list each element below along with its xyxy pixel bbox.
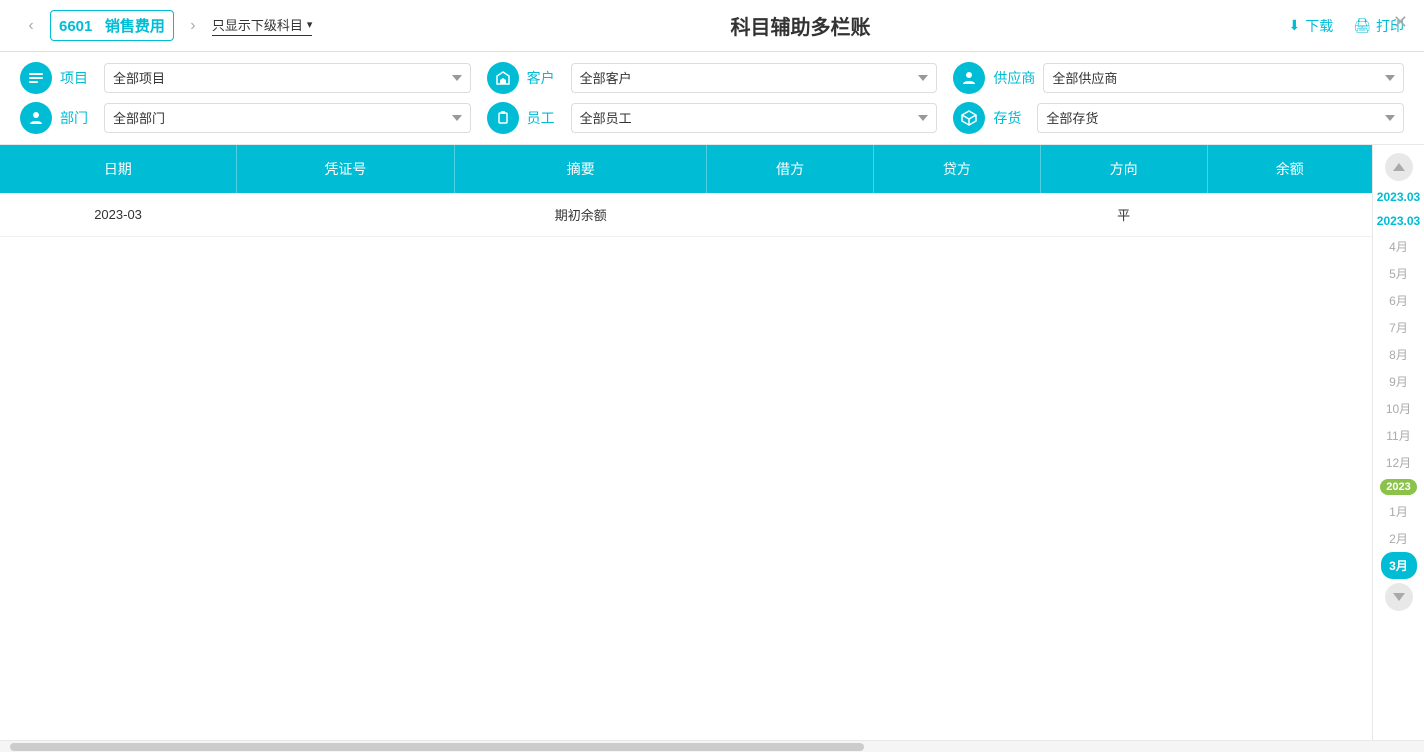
print-icon: 🖨 [1353,17,1371,34]
title-bar-left: ‹ 6601 销售费用 › 只显示下级科目 ▾ [20,10,312,41]
supplier-icon [953,62,985,94]
table-header-row: 日期 凭证号 摘要 借方 贷方 方向 余额 [0,145,1372,193]
employee-label: 员工 [527,108,563,128]
col-balance: 余额 [1207,145,1372,193]
department-label: 部门 [60,108,96,128]
cell-summary: 期初余额 [455,193,707,237]
filter-btn-label: 只显示下级科目 [212,15,303,34]
cell-date: 2023-03 [0,193,236,237]
employee-icon [487,102,519,134]
inventory-select[interactable]: 全部存货 [1037,103,1404,133]
timeline-item-11[interactable]: 11月 [1373,422,1424,449]
title-bar-right: ⬇ 下载 🖨 打印 [1288,16,1404,36]
timeline-up-button[interactable] [1385,153,1413,181]
cell-voucher [236,193,455,237]
inventory-label: 存货 [993,108,1029,128]
timeline-item-6[interactable]: 6月 [1373,287,1424,314]
download-button[interactable]: ⬇ 下载 [1288,16,1333,36]
cell-credit [874,193,1041,237]
col-date: 日期 [0,145,236,193]
next-account-button[interactable]: › [182,15,204,37]
col-summary: 摘要 [455,145,707,193]
cell-direction: 平 [1040,193,1207,237]
account-code: 6601 [59,18,92,35]
prev-account-button[interactable]: ‹ [20,15,42,37]
timeline-item-12[interactable]: 12月 [1373,449,1424,476]
main-window: ‹ 6601 销售费用 › 只显示下级科目 ▾ 科目辅助多栏账 ⬇ 下载 🖨 打… [0,0,1424,752]
filter-customer: 客户 全部客户 [487,62,938,94]
title-bar: ‹ 6601 销售费用 › 只显示下级科目 ▾ 科目辅助多栏账 ⬇ 下载 🖨 打… [0,0,1424,52]
timeline-item-4[interactable]: 4月 [1373,233,1424,260]
close-button[interactable]: ✕ [1393,12,1408,33]
timeline-item-7[interactable]: 7月 [1373,314,1424,341]
filter-project: 项目 全部项目 [20,62,471,94]
cell-debit [707,193,874,237]
inventory-icon [953,102,985,134]
download-label: 下载 [1305,16,1333,36]
main-table: 日期 凭证号 摘要 借方 贷方 方向 余额 2023-03 期初余额 [0,145,1372,740]
customer-select[interactable]: 全部客户 [571,63,938,93]
cell-balance [1207,193,1372,237]
scroll-thumb [10,743,864,751]
col-debit: 借方 [707,145,874,193]
timeline-item-3-active[interactable]: 3月 [1381,552,1417,579]
employee-select[interactable]: 全部员工 [571,103,938,133]
filter-inventory: 存货 全部存货 [953,102,1404,134]
table-row: 2023-03 期初余额 平 [0,193,1372,237]
col-voucher: 凭证号 [236,145,455,193]
timeline-item-2[interactable]: 2月 [1373,525,1424,552]
col-credit: 贷方 [874,145,1041,193]
timeline-item-2023-03-first[interactable]: 2023.03 [1373,185,1424,209]
timeline-item-8[interactable]: 8月 [1373,341,1424,368]
table-area: 日期 凭证号 摘要 借方 贷方 方向 余额 2023-03 期初余额 [0,145,1424,740]
timeline-item-1[interactable]: 1月 [1373,498,1424,525]
year-badge: 2023 [1380,479,1416,495]
account-name: 销售费用 [105,18,165,35]
show-sub-account-button[interactable]: 只显示下级科目 ▾ [212,15,313,36]
page-title: 科目辅助多栏账 [312,11,1288,40]
project-label: 项目 [60,68,96,88]
filter-department: 部门 全部部门 [20,102,471,134]
download-icon: ⬇ [1288,17,1300,34]
ledger-table: 日期 凭证号 摘要 借方 贷方 方向 余额 2023-03 期初余额 [0,145,1372,237]
filter-employee: 员工 全部员工 [487,102,938,134]
horizontal-scrollbar[interactable] [0,740,1424,752]
customer-label: 客户 [527,68,563,88]
department-select[interactable]: 全部部门 [104,103,471,133]
side-timeline: 2023.03 2023.03 4月 5月 6月 7月 8月 9月 10月 11… [1372,145,1424,740]
col-direction: 方向 [1040,145,1207,193]
project-select[interactable]: 全部项目 [104,63,471,93]
timeline-item-5[interactable]: 5月 [1373,260,1424,287]
timeline-item-9[interactable]: 9月 [1373,368,1424,395]
timeline-item-2023-03-second[interactable]: 2023.03 [1373,209,1424,233]
department-icon [20,102,52,134]
supplier-label: 供应商 [993,68,1035,88]
customer-icon [487,62,519,94]
timeline-item-10[interactable]: 10月 [1373,395,1424,422]
supplier-select[interactable]: 全部供应商 [1043,63,1404,93]
project-icon [20,62,52,94]
timeline-down-button[interactable] [1385,583,1413,611]
account-label: 6601 销售费用 [50,10,174,41]
filter-bar: 项目 全部项目 客户 全部客户 [0,52,1424,145]
filter-supplier: 供应商 全部供应商 [953,62,1404,94]
